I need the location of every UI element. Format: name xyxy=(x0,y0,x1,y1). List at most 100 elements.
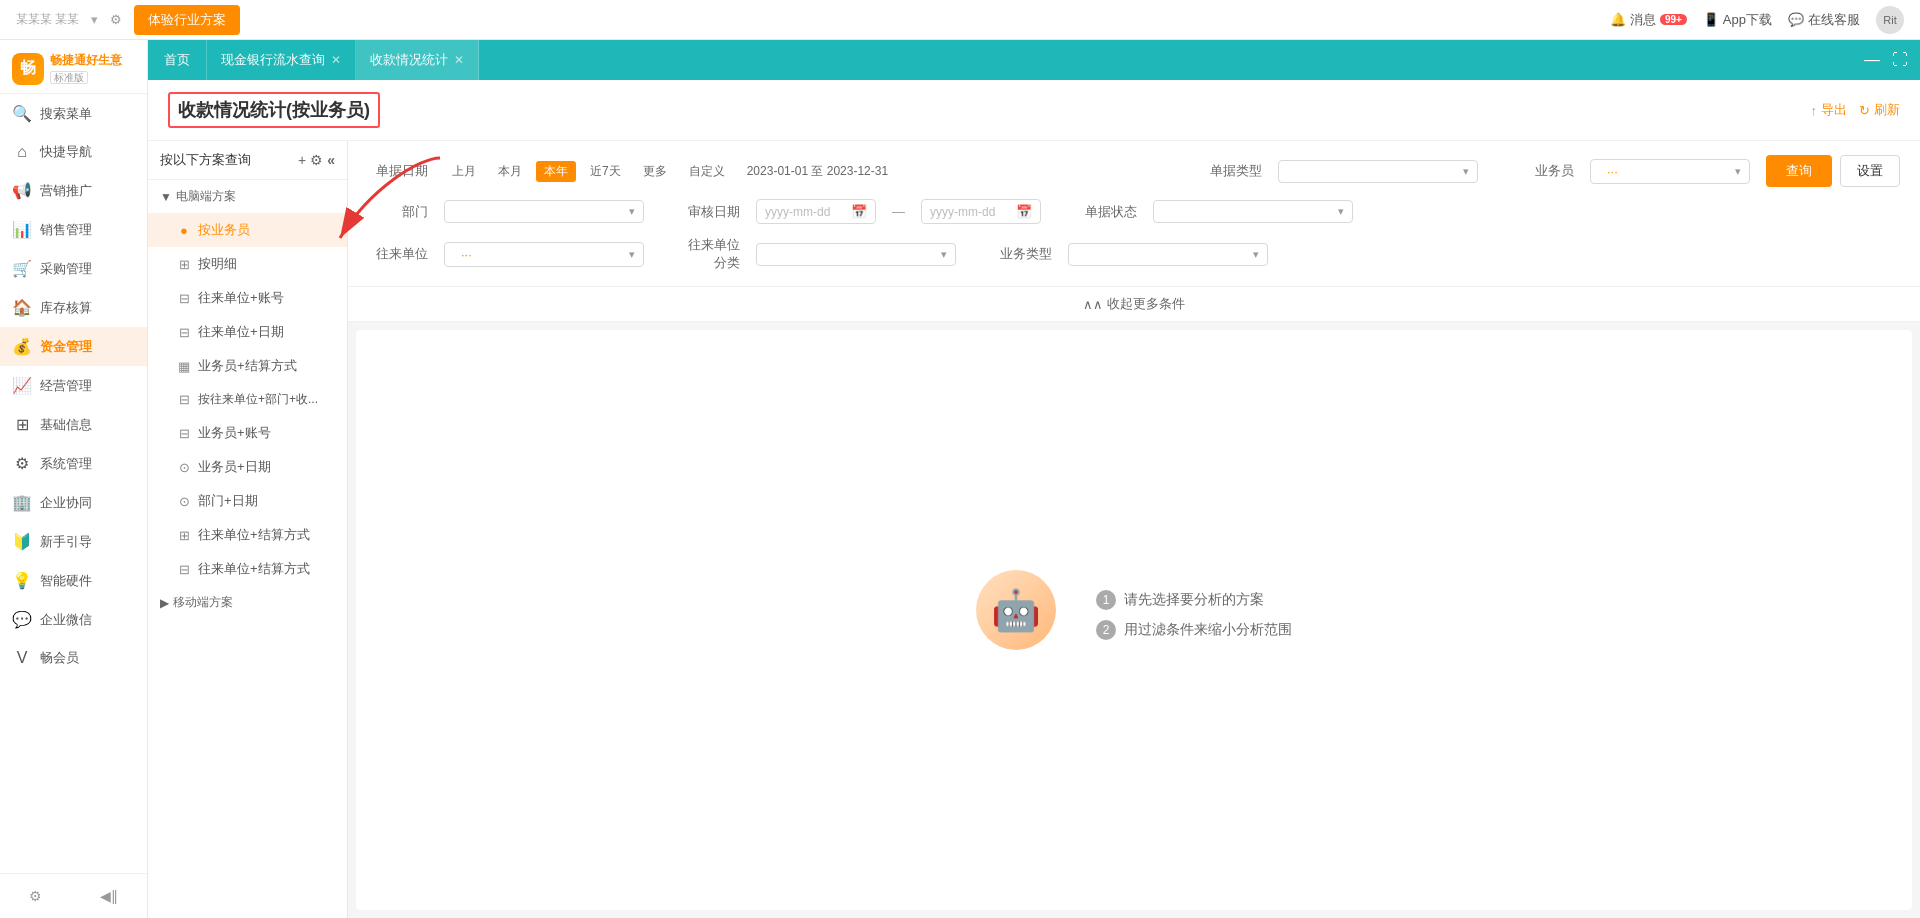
chevron-down-icon[interactable]: ▾ xyxy=(91,12,98,27)
sidebar-item-inventory[interactable]: 🏠 库存核算 xyxy=(0,288,147,327)
add-scheme-btn[interactable]: + xyxy=(298,152,306,168)
sidebar-label-quicknav: 快捷导航 xyxy=(40,143,92,161)
gear-icon[interactable]: ⚙ xyxy=(110,12,122,27)
main-body: 按以下方案查询 + ⚙ « ▼ 电脑端方案 ● xyxy=(148,141,1920,918)
step-num-1: 1 xyxy=(1096,590,1116,610)
sidebar-item-member[interactable]: V 畅会员 xyxy=(0,639,147,677)
sidebar-item-sales[interactable]: 📊 销售管理 xyxy=(0,210,147,249)
collapse-panel-btn[interactable]: « xyxy=(327,152,335,168)
calendar-icon-from[interactable]: 📅 xyxy=(851,204,867,219)
sidebar-item-basic[interactable]: ⊞ 基础信息 xyxy=(0,405,147,444)
tab-close-collection[interactable]: ✕ xyxy=(454,53,464,67)
purchase-icon: 🛒 xyxy=(12,259,32,278)
doc-status-select[interactable]: ▾ xyxy=(1153,200,1353,223)
sidebar-item-purchase[interactable]: 🛒 采购管理 xyxy=(0,249,147,288)
scheme-item-label-9: 往来单位+结算方式 xyxy=(198,526,310,544)
tab-home[interactable]: 首页 xyxy=(148,40,207,80)
notification-button[interactable]: 🔔 消息 99+ xyxy=(1610,11,1687,29)
export-button[interactable]: ↑ 导出 xyxy=(1811,101,1848,119)
basic-icon: ⊞ xyxy=(12,415,32,434)
sidebar-item-smarthw[interactable]: 💡 智能硬件 xyxy=(0,561,147,600)
sidebar-item-operations[interactable]: 📈 经营管理 xyxy=(0,366,147,405)
from-unit-more[interactable]: ··· xyxy=(461,247,472,262)
app-download-button[interactable]: 📱 App下载 xyxy=(1703,11,1772,29)
date-tab-lastmonth[interactable]: 上月 xyxy=(444,161,484,182)
tab-close-bank[interactable]: ✕ xyxy=(331,53,341,67)
filter-row-1: 单据日期 上月 本月 本年 近7天 更多 自定义 20 xyxy=(368,155,1900,187)
review-date-from[interactable]: yyyy-mm-dd 📅 xyxy=(756,199,876,224)
doctype-select[interactable]: ▾ xyxy=(1278,160,1478,183)
refresh-button[interactable]: ↻ 刷新 xyxy=(1859,101,1900,119)
desktop-section[interactable]: ▼ 电脑端方案 xyxy=(148,180,347,213)
system-icon: ⚙ xyxy=(12,454,32,473)
sidebar-item-search[interactable]: 🔍 搜索菜单 xyxy=(0,94,147,133)
sidebar-item-finance[interactable]: 💰 资金管理 xyxy=(0,327,147,366)
online-service-button[interactable]: 💬 在线客服 xyxy=(1788,11,1860,29)
dept-select[interactable]: ▾ xyxy=(444,200,644,223)
date-tab-7days[interactable]: 近7天 xyxy=(582,161,629,182)
date-tab-thisyear[interactable]: 本年 xyxy=(536,161,576,182)
sidebar-item-marketing[interactable]: 📢 营销推广 xyxy=(0,171,147,210)
setting-button[interactable]: 设置 xyxy=(1840,155,1900,187)
panel-header-actions: + ⚙ « xyxy=(298,152,335,168)
collapse-bar[interactable]: ∧∧ 收起更多条件 xyxy=(348,287,1920,322)
tab-bank-flow[interactable]: 现金银行流水查询 ✕ xyxy=(207,40,356,80)
sidebar-label-purchase: 采购管理 xyxy=(40,260,92,278)
sidebar-item-system[interactable]: ⚙ 系统管理 xyxy=(0,444,147,483)
review-date-to-placeholder: yyyy-mm-dd xyxy=(930,205,995,219)
scheme-item-8[interactable]: ⊙ 部门+日期 xyxy=(148,484,347,518)
sidebar-label-inventory: 库存核算 xyxy=(40,299,92,317)
tab-minimize-btn[interactable]: — xyxy=(1864,51,1880,69)
from-unit-select[interactable]: ··· ▾ xyxy=(444,242,644,267)
sidebar-item-guide[interactable]: 🔰 新手引导 xyxy=(0,522,147,561)
date-tab-thismonth[interactable]: 本月 xyxy=(490,161,530,182)
empty-steps: 1 请先选择要分析的方案 2 用过滤条件来缩小分析范围 xyxy=(1096,590,1292,650)
date-range-display: 2023-01-01 至 2023-12-31 xyxy=(747,163,888,180)
service-icon: 💬 xyxy=(1788,12,1804,27)
collapse-sidebar-btn[interactable]: ◀‖ xyxy=(94,882,124,910)
sidebar-item-wechat[interactable]: 💬 企业微信 xyxy=(0,600,147,639)
salesperson-select[interactable]: ··· ▾ xyxy=(1590,159,1750,184)
scheme-item-5[interactable]: ⊟ 按往来单位+部门+收... xyxy=(148,383,347,416)
scheme-item-2[interactable]: ⊟ 往来单位+账号 xyxy=(148,281,347,315)
tab-maximize-btn[interactable]: ⛶ xyxy=(1892,51,1908,69)
more-options-icon[interactable]: ··· xyxy=(1607,164,1618,179)
tab-bank-flow-label: 现金银行流水查询 xyxy=(221,51,325,69)
sidebar-item-enterprise[interactable]: 🏢 企业协同 xyxy=(0,483,147,522)
download-icon: 📱 xyxy=(1703,12,1719,27)
scheme-item-1[interactable]: ⊞ 按明细 xyxy=(148,247,347,281)
from-unit-type-select[interactable]: ▾ xyxy=(756,243,956,266)
scheme-item-0[interactable]: ● 按业务员 xyxy=(148,213,347,247)
trial-button[interactable]: 体验行业方案 xyxy=(134,5,240,35)
scheme-item-4[interactable]: ▦ 业务员+结算方式 xyxy=(148,349,347,383)
review-date-to[interactable]: yyyy-mm-dd 📅 xyxy=(921,199,1041,224)
mobile-section[interactable]: ▶ 移动端方案 xyxy=(148,586,347,619)
calendar-icon-to[interactable]: 📅 xyxy=(1016,204,1032,219)
date-control: 上月 本月 本年 近7天 更多 自定义 2023-01-01 至 2023-12… xyxy=(444,161,1166,182)
app-breadcrumb: 某某某 某某 xyxy=(16,11,79,28)
scheme-item-label-3: 往来单位+日期 xyxy=(198,323,284,341)
scheme-item-6[interactable]: ⊟ 业务员+账号 xyxy=(148,416,347,450)
date-tab-custom[interactable]: 自定义 xyxy=(681,161,733,182)
doc-status-label: 单据状态 xyxy=(1077,203,1137,221)
scheme-item-10[interactable]: ⊟ 往来单位+结算方式 xyxy=(148,552,347,586)
user-avatar[interactable]: Rit xyxy=(1876,6,1904,34)
mobile-section-label: 移动端方案 xyxy=(173,594,233,611)
sidebar-label-finance: 资金管理 xyxy=(40,338,92,356)
biz-type-select[interactable]: ▾ xyxy=(1068,243,1268,266)
date-tab-more[interactable]: 更多 xyxy=(635,161,675,182)
salesperson-label: 业务员 xyxy=(1514,162,1574,180)
content-area: 首页 现金银行流水查询 ✕ 收款情况统计 ✕ — ⛶ 收款情况统计(按业务员) xyxy=(148,40,1920,918)
query-button[interactable]: 查询 xyxy=(1766,155,1832,187)
sidebar-item-quicknav[interactable]: ⌂ 快捷导航 xyxy=(0,133,147,171)
date-label: 单据日期 xyxy=(368,162,428,180)
scheme-settings-btn[interactable]: ⚙ xyxy=(310,152,323,168)
scheme-item-3[interactable]: ⊟ 往来单位+日期 xyxy=(148,315,347,349)
scheme-item-9[interactable]: ⊞ 往来单位+结算方式 xyxy=(148,518,347,552)
settings-bottom-btn[interactable]: ⚙ xyxy=(23,882,48,910)
panel-header: 按以下方案查询 + ⚙ « xyxy=(148,141,347,180)
filter-actions-right: 查询 设置 xyxy=(1766,155,1900,187)
scheme-item-7[interactable]: ⊙ 业务员+日期 xyxy=(148,450,347,484)
tab-collection[interactable]: 收款情况统计 ✕ xyxy=(356,40,479,80)
collapse-label: 收起更多条件 xyxy=(1107,295,1185,313)
